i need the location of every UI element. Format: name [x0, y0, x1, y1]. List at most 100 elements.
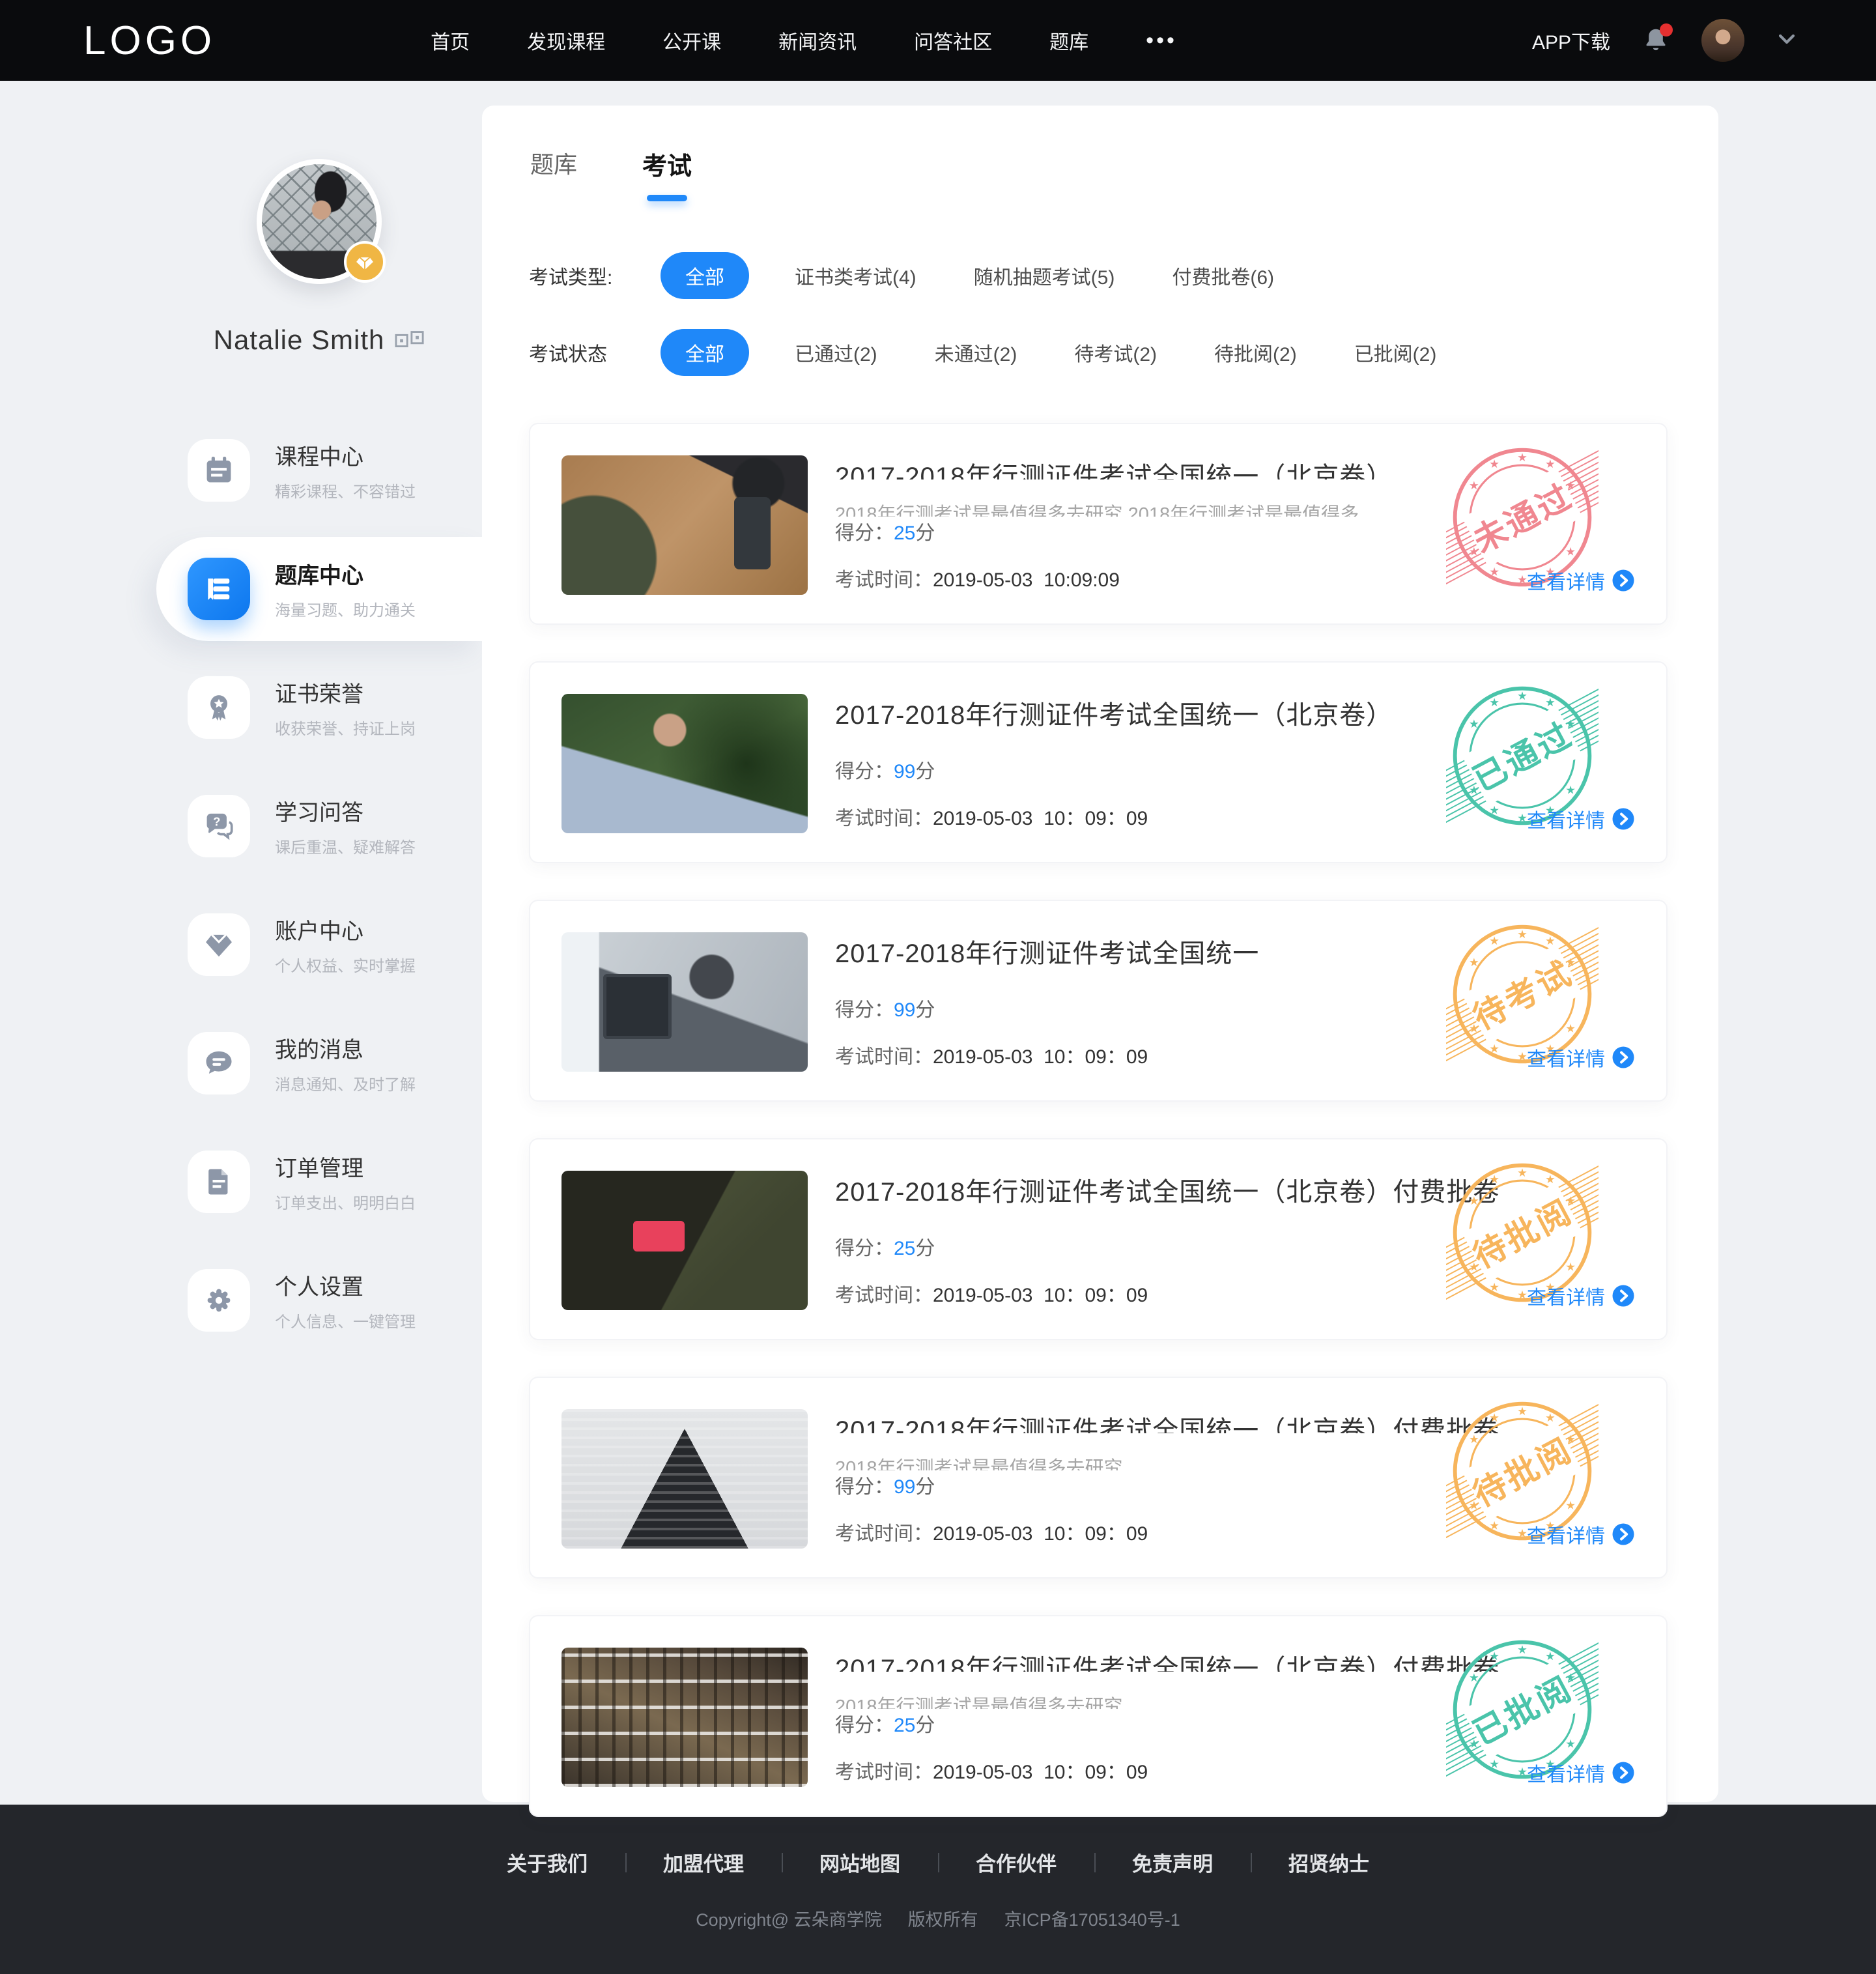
exam-thumbnail[interactable]: [561, 694, 808, 833]
sidebar-item-order-management[interactable]: 订单管理 订单支出、明明白白: [156, 1130, 482, 1234]
exam-time: 2019-05-03 10：09：09: [933, 1762, 1148, 1783]
arrow-right-circle-icon: [1612, 1046, 1634, 1068]
sidebar-item-course-center[interactable]: 课程中心 精彩课程、不容错过: [156, 418, 482, 522]
sidebar-item-subtitle: 课后重温、疑难解答: [275, 839, 416, 857]
svg-text:★: ★: [1489, 1758, 1499, 1771]
footer-link-partners[interactable]: 合作伙伴: [976, 1853, 1057, 1876]
sidebar-item-personal-settings[interactable]: 个人设置 个人信息、一键管理: [156, 1248, 482, 1352]
exam-thumbnail[interactable]: [561, 1409, 808, 1549]
svg-text:★: ★: [1545, 457, 1556, 470]
avatar: [257, 159, 386, 284]
nav-item-news[interactable]: 新闻资讯: [778, 26, 857, 55]
arrow-right-circle-icon: [1612, 1762, 1634, 1784]
sidebar-item-my-messages[interactable]: 我的消息 消息通知、及时了解: [156, 1011, 482, 1115]
filter-type-certificate[interactable]: 证书类考试(4): [795, 261, 917, 290]
nav-item-question-bank[interactable]: 题库: [1049, 26, 1088, 55]
footer-link-careers[interactable]: 招贤纳士: [1288, 1853, 1369, 1876]
exam-card: 2017-2018年行测证件考试全国统一 得分：99分 考试时间：2019-05…: [529, 900, 1668, 1102]
app-download-link[interactable]: APP下载: [1532, 26, 1610, 55]
tab-question-bank[interactable]: 题库: [530, 146, 577, 201]
svg-text:★: ★: [1489, 1519, 1499, 1532]
exam-thumbnail[interactable]: [561, 1171, 808, 1310]
qr-code-icon[interactable]: [395, 328, 425, 352]
sidebar-item-question-bank-center[interactable]: 题库中心 海量习题、助力通关: [156, 537, 482, 641]
sidebar-item-label: 题库中心: [275, 564, 363, 588]
top-navbar: LOGO 首页 发现课程 公开课 新闻资讯 问答社区 题库 ••• APP下载: [0, 0, 1876, 81]
filter-exam-status: 考试状态 全部 已通过(2) 未通过(2) 待考试(2) 待批阅(2) 已批阅(…: [529, 329, 1668, 376]
arrow-right-circle-icon: [1612, 808, 1634, 830]
score-value: 25: [894, 522, 916, 544]
svg-text:★: ★: [1565, 1499, 1576, 1512]
sidebar-item-subtitle: 精彩课程、不容错过: [275, 483, 416, 501]
sidebar-item-certificates[interactable]: 证书荣誉 收获荣誉、持证上岗: [156, 655, 482, 760]
sidebar: Natalie Smith 课程中心 精彩课程、不容错过 题库中心 海量习题、助…: [0, 81, 482, 1805]
exam-thumbnail[interactable]: [561, 932, 808, 1072]
nav-item-open-classes[interactable]: 公开课: [662, 26, 721, 55]
filter-type-all[interactable]: 全部: [661, 252, 749, 299]
nav-more-button[interactable]: •••: [1146, 28, 1177, 53]
exam-thumbnail[interactable]: [561, 455, 808, 595]
filter-status-passed[interactable]: 已通过(2): [795, 338, 877, 367]
copyright: Copyright@ 云朵商学院 版权所有 京ICP备17051340号-1: [696, 1906, 1180, 1931]
svg-text:★: ★: [1489, 696, 1499, 709]
chevron-down-icon[interactable]: [1776, 28, 1798, 53]
svg-text:★: ★: [1545, 696, 1556, 709]
sidebar-item-label: 个人设置: [275, 1275, 363, 1300]
filter-status-pending-review[interactable]: 待批阅(2): [1214, 338, 1297, 367]
view-details-link[interactable]: 查看详情: [1527, 1043, 1635, 1072]
navbar-avatar[interactable]: [1701, 19, 1744, 62]
svg-text:★: ★: [1565, 1738, 1576, 1751]
footer-link-sitemap[interactable]: 网站地图: [819, 1853, 900, 1876]
notification-bell-icon[interactable]: [1642, 23, 1673, 56]
filter-type-paid[interactable]: 付费批卷(6): [1172, 261, 1274, 290]
footer-link-about[interactable]: 关于我们: [507, 1853, 588, 1876]
gear-icon: [188, 1269, 250, 1332]
svg-text:★: ★: [1517, 1765, 1528, 1778]
sidebar-item-account-center[interactable]: 账户中心 个人权益、实时掌握: [156, 893, 482, 997]
view-details-link[interactable]: 查看详情: [1527, 1281, 1635, 1310]
filter-type-random[interactable]: 随机抽题考试(5): [974, 261, 1115, 290]
filter-status-failed[interactable]: 未通过(2): [935, 338, 1017, 367]
svg-text:★: ★: [1517, 811, 1528, 824]
svg-text:★: ★: [1545, 1173, 1556, 1186]
filter-status-all[interactable]: 全部: [661, 329, 749, 376]
footer-link-agency[interactable]: 加盟代理: [663, 1853, 744, 1876]
sidebar-item-learning-qa[interactable]: ? 学习问答 课后重温、疑难解答: [156, 774, 482, 878]
question-bubble-icon: ?: [188, 795, 250, 857]
logo: LOGO: [83, 18, 216, 63]
filter-status-pending-exam[interactable]: 待考试(2): [1074, 338, 1157, 367]
exam-thumbnail[interactable]: [561, 1648, 808, 1787]
sidebar-item-label: 订单管理: [275, 1156, 363, 1181]
filter-status-reviewed[interactable]: 已批阅(2): [1354, 338, 1437, 367]
svg-text:★: ★: [1489, 934, 1499, 947]
nav-item-discover-courses[interactable]: 发现课程: [527, 26, 605, 55]
calendar-icon: [188, 439, 250, 502]
tab-exam[interactable]: 考试: [642, 146, 692, 201]
arrow-right-circle-icon: [1612, 569, 1634, 592]
nav-item-home[interactable]: 首页: [431, 26, 470, 55]
document-icon: [188, 1151, 250, 1213]
nav-item-qa-community[interactable]: 问答社区: [914, 26, 992, 55]
view-details-link[interactable]: 查看详情: [1527, 566, 1635, 595]
user-name: Natalie Smith: [213, 324, 385, 355]
view-details-link[interactable]: 查看详情: [1527, 1520, 1635, 1549]
tabs: 题库 考试: [529, 146, 1668, 201]
exam-card: 2017-2018年行测证件考试全国统一（北京卷）付费批卷 得分：25分 考试时…: [529, 1138, 1668, 1340]
svg-text:★: ★: [1517, 1526, 1528, 1539]
view-details-link[interactable]: 查看详情: [1527, 1758, 1635, 1787]
svg-text:★: ★: [1469, 1194, 1479, 1207]
svg-text:★: ★: [1489, 565, 1499, 579]
footer-link-disclaimer[interactable]: 免责声明: [1132, 1853, 1213, 1876]
sidebar-item-subtitle: 海量习题、助力通关: [275, 602, 416, 620]
svg-text:★: ★: [1517, 1643, 1528, 1656]
svg-text:★: ★: [1489, 1173, 1499, 1186]
main-nav: 首页 发现课程 公开课 新闻资讯 问答社区 题库 •••: [431, 26, 1177, 55]
svg-text:★: ★: [1545, 934, 1556, 947]
score-value: 99: [894, 761, 916, 782]
view-details-link[interactable]: 查看详情: [1527, 805, 1635, 833]
content-panel: 题库 考试 考试类型: 全部 证书类考试(4) 随机抽题考试(5) 付费批卷(6…: [482, 106, 1718, 1817]
svg-text:★: ★: [1489, 1650, 1499, 1663]
gem-icon: [188, 913, 250, 976]
arrow-right-circle-icon: [1612, 1523, 1634, 1545]
svg-text:★: ★: [1545, 1411, 1556, 1424]
